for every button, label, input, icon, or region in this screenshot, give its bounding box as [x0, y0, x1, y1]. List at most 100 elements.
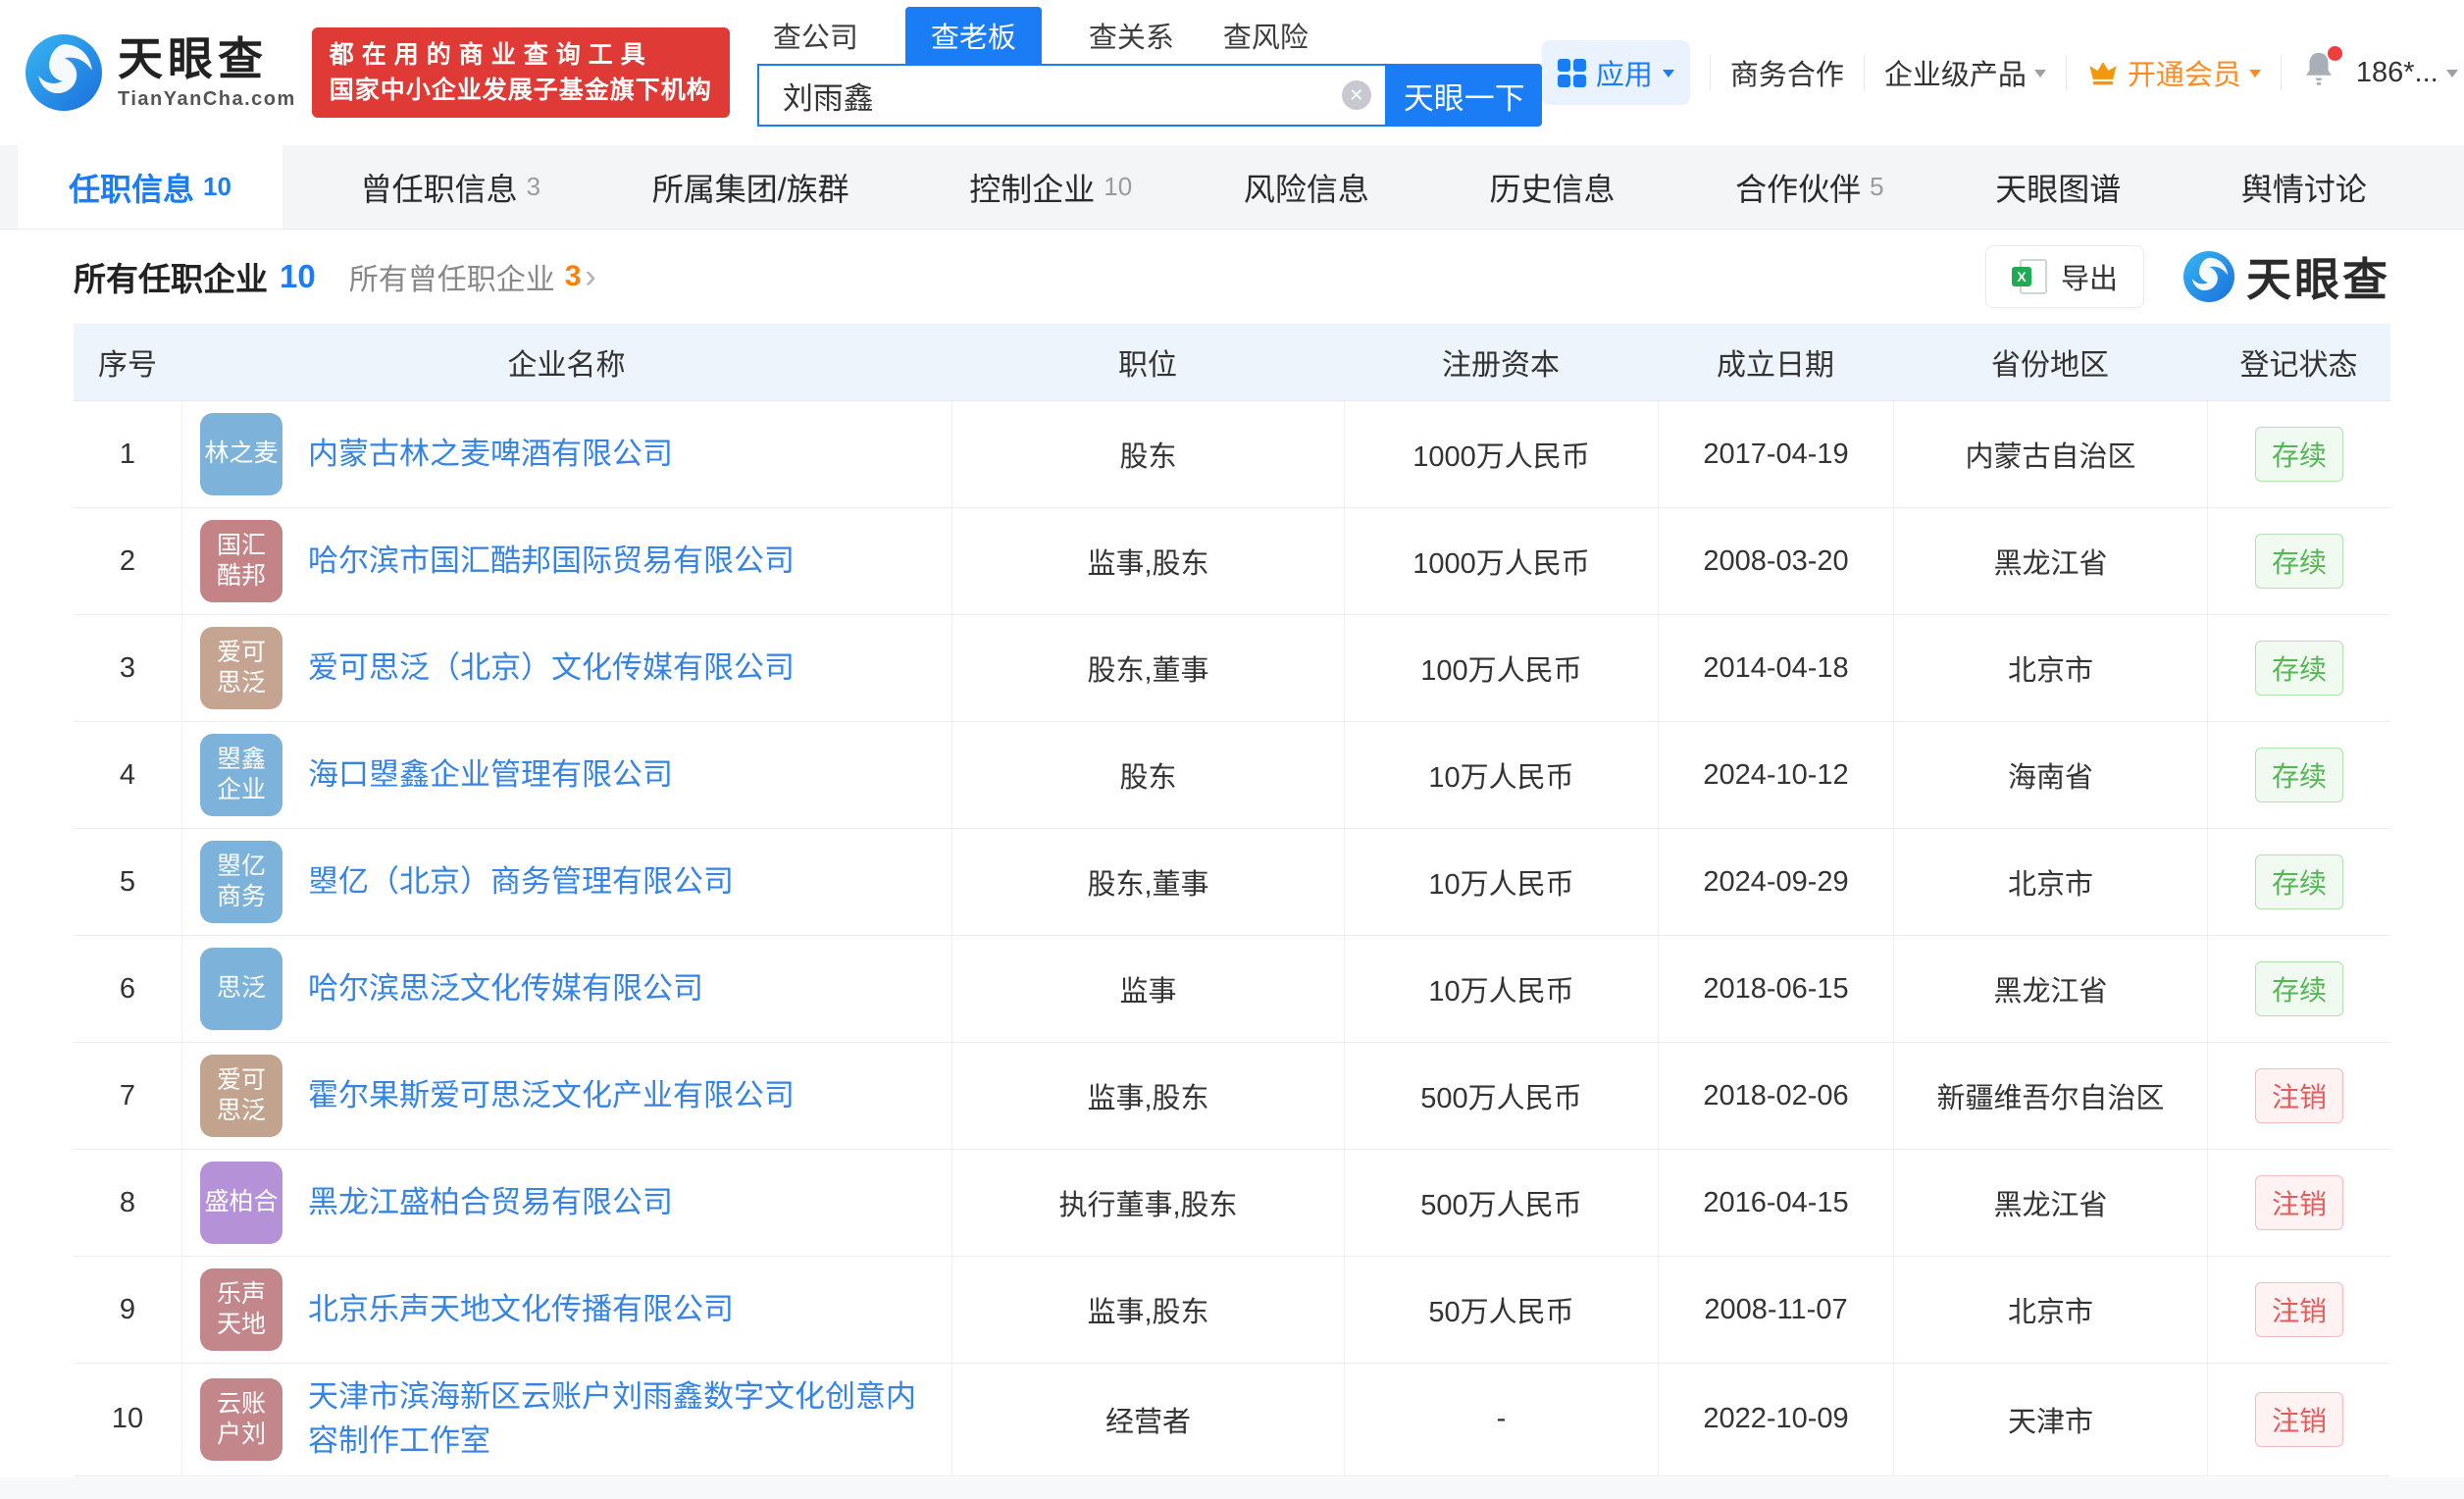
- position-cell: 监事,股东: [951, 508, 1344, 614]
- main-tab-6[interactable]: 合作伙伴 5: [1702, 145, 1917, 229]
- position-cell: 执行董事,股东: [951, 1150, 1344, 1256]
- company-link[interactable]: 天津市滨海新区云账户刘雨鑫数字文化创意内容制作工作室: [308, 1375, 942, 1464]
- position-cell: 股东,董事: [951, 829, 1344, 935]
- search-tabs: 查公司 查老板 查关系 查风险: [757, 7, 1542, 64]
- status-cell: 存续: [2207, 615, 2390, 721]
- section-title-count: 10: [280, 258, 316, 294]
- date-cell: 2024-09-29: [1658, 829, 1893, 935]
- status-badge: 存续: [2254, 641, 2343, 696]
- apps-menu[interactable]: 应用: [1541, 40, 1690, 105]
- section-actions: X 导出 天眼查: [1984, 244, 2390, 309]
- main-tabs: 任职信息 10 曾任职信息 3 所属集团/族群 控制企业 10 风险信息 历史信息 合作伙伴 5 天眼…: [0, 145, 2464, 230]
- company-link[interactable]: 内蒙古林之麦啤酒有限公司: [308, 433, 673, 477]
- promo-line-1: 都在用的商业查询工具: [329, 41, 653, 69]
- company-logo: 云账 户刘: [200, 1377, 282, 1461]
- company-cell: 国汇 酷邦 哈尔滨市国汇酷邦国际贸易有限公司: [181, 508, 951, 614]
- company-link[interactable]: 爱可思泛（北京）文化传媒有限公司: [308, 646, 795, 691]
- status-badge: 存续: [2254, 854, 2343, 909]
- vip-upgrade-menu[interactable]: 开通会员: [2086, 52, 2261, 93]
- table-row: 10 云账 户刘 天津市滨海新区云账户刘雨鑫数字文化创意内容制作工作室 经营者 …: [74, 1364, 2390, 1476]
- table-row: 5 曌亿 商务 曌亿（北京）商务管理有限公司 股东,董事 10万人民币 2024…: [74, 829, 2390, 936]
- company-link[interactable]: 海口曌鑫企业管理有限公司: [308, 753, 673, 798]
- export-button[interactable]: X 导出: [1984, 245, 2144, 308]
- column-header-3: 注册资本: [1442, 349, 1560, 382]
- status-cell: 存续: [2207, 508, 2390, 614]
- main-tab-2[interactable]: 所属集团/族群: [619, 145, 892, 229]
- row-index: 4: [119, 758, 136, 791]
- account-menu[interactable]: 186*...: [2356, 57, 2458, 89]
- search-tab-1[interactable]: 查老板: [904, 7, 1042, 64]
- tianyancha-swirl-icon: [2183, 251, 2234, 302]
- province-cell: 北京市: [1893, 1257, 2207, 1363]
- table-row: 3 爱可 思泛 爱可思泛（北京）文化传媒有限公司 股东,董事 100万人民币 2…: [74, 615, 2390, 722]
- main-tab-7[interactable]: 天眼图谱: [1962, 145, 2163, 229]
- company-cell: 曌鑫 企业 海口曌鑫企业管理有限公司: [181, 722, 951, 828]
- table-row: 8 盛柏合 黑龙江盛柏合贸易有限公司 执行董事,股东 500万人民币 2016-…: [74, 1150, 2390, 1257]
- capital-cell: 500万人民币: [1344, 1043, 1658, 1149]
- status-cell: 存续: [2207, 401, 2390, 507]
- tianyancha-page: 天眼查 TianYanCha.com 都在用的商业查询工具 国家中小企业发展子基…: [0, 0, 2464, 1499]
- row-index: 9: [119, 1293, 136, 1325]
- brand-logo[interactable]: 天眼查 TianYanCha.com: [26, 34, 296, 111]
- company-link[interactable]: 霍尔果斯爱可思泛文化产业有限公司: [308, 1074, 795, 1118]
- brand-name: 天眼查: [118, 33, 268, 85]
- status-badge: 注销: [2254, 1175, 2343, 1230]
- capital-cell: 500万人民币: [1344, 1150, 1658, 1256]
- business-cooperation-link[interactable]: 商务合作: [1730, 52, 1844, 93]
- apps-grid-icon: [1557, 58, 1586, 87]
- search-tab-3[interactable]: 查风险: [1221, 7, 1310, 64]
- main-tab-3[interactable]: 控制企业 10: [936, 145, 1165, 229]
- table-row: 2 国汇 酷邦 哈尔滨市国汇酷邦国际贸易有限公司 监事,股东 1000万人民币 …: [74, 508, 2390, 615]
- date-cell: 2022-10-09: [1658, 1364, 1893, 1475]
- company-cell: 爱可 思泛 爱可思泛（北京）文化传媒有限公司: [181, 615, 951, 721]
- row-index: 6: [119, 972, 136, 1005]
- position-cell: 股东,董事: [951, 615, 1344, 721]
- company-logo: 曌亿 商务: [200, 841, 282, 923]
- table-header-row: 序号 企业名称 职位 注册资本 成立日期 省份地区 登记状态: [74, 324, 2390, 400]
- watermark-text: 天眼查: [2246, 254, 2390, 305]
- main-tab-1[interactable]: 曾任职信息 3: [328, 145, 574, 229]
- table-row: 6 思泛 哈尔滨思泛文化传媒有限公司 监事 10万人民币 2018-06-15 …: [74, 936, 2390, 1043]
- date-cell: 2008-11-07: [1658, 1257, 1893, 1363]
- row-index: 8: [119, 1186, 136, 1218]
- former-positions-link[interactable]: 所有曾任职企业 3 ›: [349, 255, 596, 298]
- company-link[interactable]: 黑龙江盛柏合贸易有限公司: [308, 1181, 673, 1225]
- province-cell: 海南省: [1893, 722, 2207, 828]
- account-phone: 186*...: [2355, 56, 2438, 88]
- company-logo: 乐声 天地: [200, 1268, 282, 1351]
- apps-label: 应用: [1595, 60, 1653, 91]
- row-index: 2: [119, 544, 136, 577]
- company-link[interactable]: 哈尔滨思泛文化传媒有限公司: [308, 967, 703, 1011]
- company-link[interactable]: 北京乐声天地文化传播有限公司: [308, 1288, 734, 1332]
- clear-icon[interactable]: ✕: [1341, 80, 1371, 110]
- company-link[interactable]: 曌亿（北京）商务管理有限公司: [308, 860, 734, 905]
- brand-domain: TianYanCha.com: [118, 87, 296, 110]
- status-badge: 注销: [2254, 1391, 2343, 1447]
- promo-line-2: 国家中小企业发展子基金旗下机构: [329, 77, 712, 104]
- search-input[interactable]: [756, 64, 1387, 127]
- status-cell: 注销: [2207, 1257, 2390, 1363]
- table-body: 1 林之麦 内蒙古林之麦啤酒有限公司 股东 1000万人民币 2017-04-1…: [74, 400, 2390, 1476]
- search-button[interactable]: 天眼一下: [1386, 64, 1542, 127]
- search-row: ✕ 天眼一下: [756, 64, 1542, 127]
- capital-cell: 1000万人民币: [1344, 401, 1658, 507]
- search-tab-2[interactable]: 查关系: [1087, 7, 1176, 64]
- divider: [1863, 55, 1865, 90]
- company-cell: 云账 户刘 天津市滨海新区云账户刘雨鑫数字文化创意内容制作工作室: [181, 1364, 951, 1475]
- main-tab-4[interactable]: 风险信息: [1210, 145, 1412, 229]
- company-link[interactable]: 哈尔滨市国汇酷邦国际贸易有限公司: [308, 540, 795, 584]
- column-header-4: 成立日期: [1717, 349, 1834, 382]
- enterprise-products-menu[interactable]: 企业级产品: [1884, 52, 2046, 93]
- search-tab-0[interactable]: 查公司: [771, 7, 860, 64]
- status-cell: 注销: [2207, 1150, 2390, 1256]
- search-block: 查公司查老板查关系查风险 ✕ 天眼一下: [756, 7, 1542, 127]
- table-row: 7 爱可 思泛 霍尔果斯爱可思泛文化产业有限公司 监事,股东 500万人民币 2…: [74, 1043, 2390, 1150]
- main-tab-8[interactable]: 舆情讨论: [2208, 145, 2409, 229]
- position-cell: 监事,股东: [951, 1257, 1344, 1363]
- province-cell: 黑龙江省: [1893, 1150, 2207, 1256]
- main-tab-0[interactable]: 任职信息 10: [18, 145, 282, 229]
- notifications-bell[interactable]: [2301, 46, 2342, 95]
- main-tab-5[interactable]: 历史信息: [1456, 145, 1657, 229]
- status-cell: 存续: [2207, 722, 2390, 828]
- tianyancha-swirl-icon: [26, 34, 102, 111]
